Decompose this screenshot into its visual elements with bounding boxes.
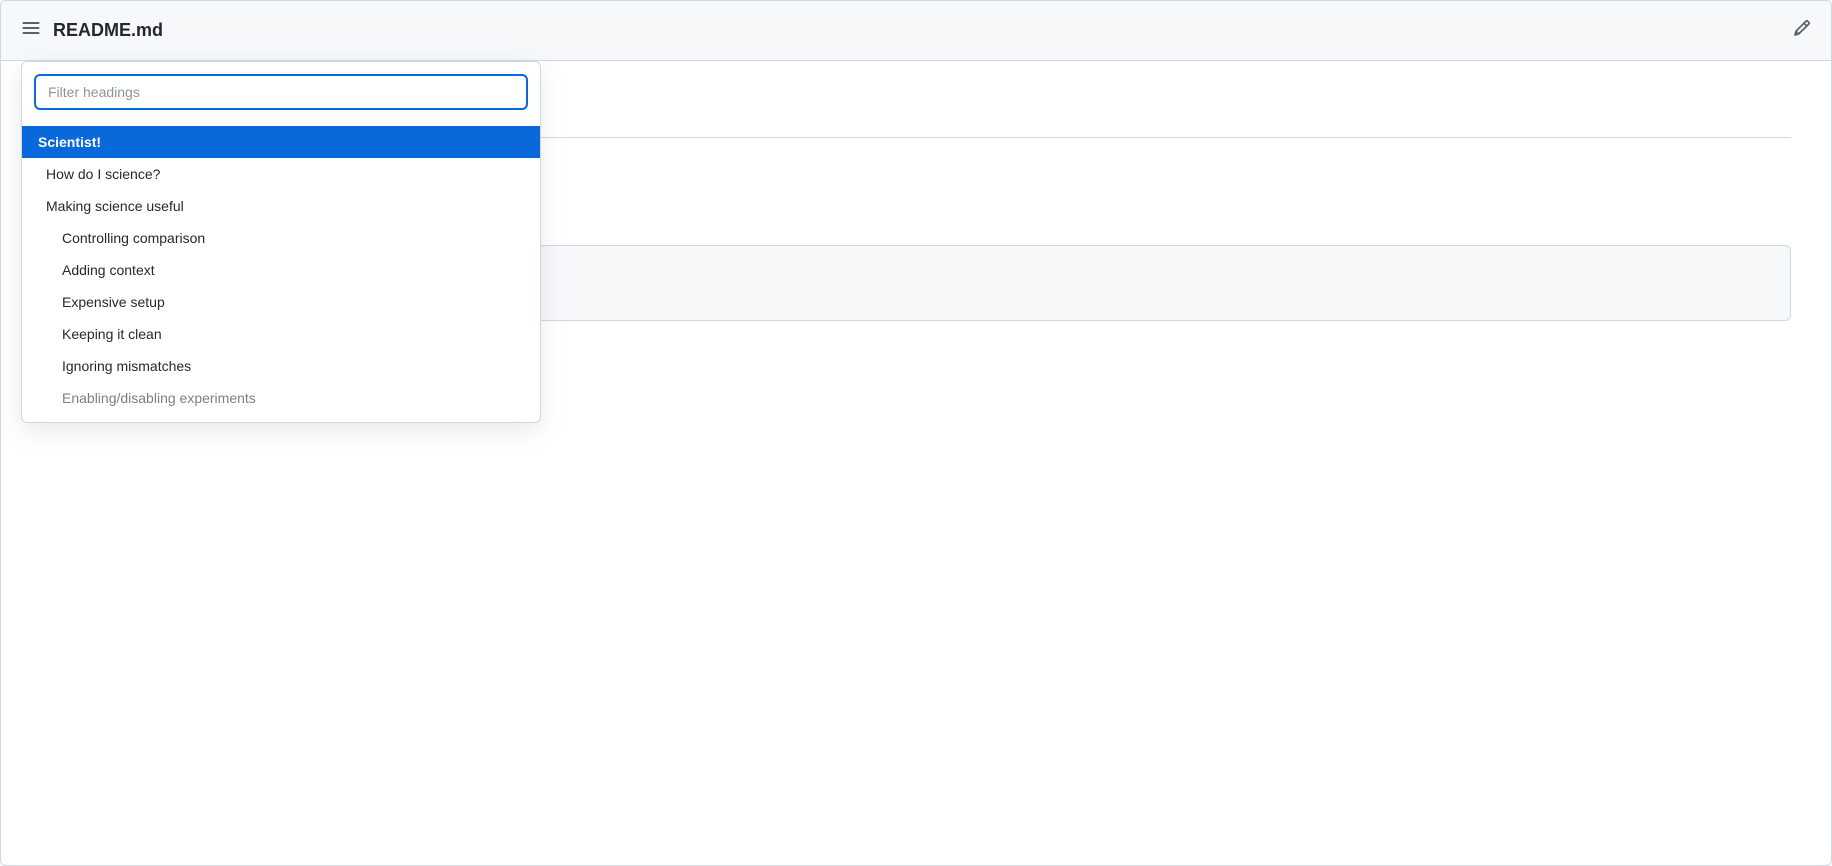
header-bar: README.md — [1, 1, 1831, 61]
heading-item-enabling-disabling[interactable]: Enabling/disabling experiments — [22, 382, 540, 414]
heading-item-scientist[interactable]: Scientist! — [22, 126, 540, 158]
list-icon[interactable] — [21, 18, 41, 44]
search-box-container — [22, 62, 540, 110]
heading-item-ignoring-mismatches[interactable]: Ignoring mismatches — [22, 350, 540, 382]
content-area: critical paths. CI passing you handle pe… — [1, 61, 1831, 866]
heading-item-making-science-useful[interactable]: Making science useful — [22, 190, 540, 222]
headings-dropdown: Scientist! How do I science? Making scie… — [21, 61, 541, 423]
heading-item-adding-context[interactable]: Adding context — [22, 254, 540, 286]
headings-list: Scientist! How do I science? Making scie… — [22, 118, 540, 422]
main-container: README.md critical paths. CI — [0, 0, 1832, 866]
heading-item-keeping-it-clean[interactable]: Keeping it clean — [22, 318, 540, 350]
heading-item-how-do-i-science[interactable]: How do I science? — [22, 158, 540, 190]
header-left: README.md — [21, 18, 163, 44]
heading-item-controlling-comparison[interactable]: Controlling comparison — [22, 222, 540, 254]
edit-icon[interactable] — [1793, 19, 1811, 42]
search-input[interactable] — [34, 74, 528, 110]
page-title: README.md — [53, 20, 163, 41]
heading-item-expensive-setup[interactable]: Expensive setup — [22, 286, 540, 318]
